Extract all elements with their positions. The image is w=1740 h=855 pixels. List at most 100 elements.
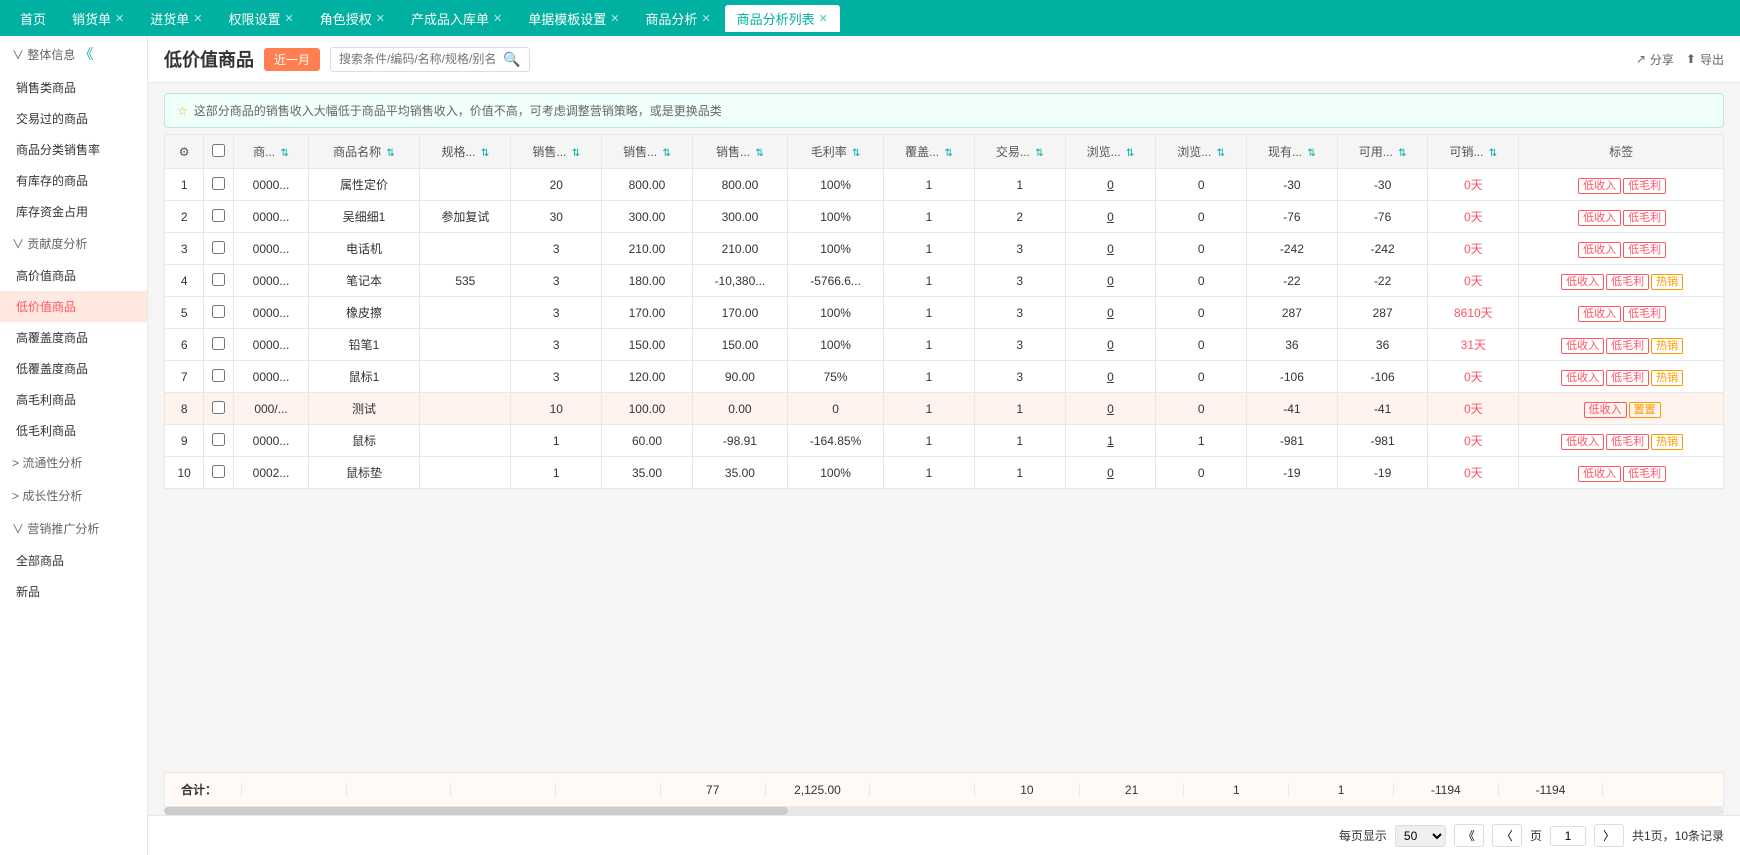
search-icon[interactable]: 🔍: [503, 51, 520, 68]
sidebar-section-growth[interactable]: > 成长性分析: [0, 479, 147, 512]
nav-close-product-in[interactable]: ✕: [493, 12, 502, 25]
pv1-link[interactable]: 1: [1107, 434, 1114, 448]
col-stock[interactable]: 现有... ⇅: [1247, 135, 1338, 169]
share-button[interactable]: ↗ 分享: [1636, 51, 1674, 68]
col-available[interactable]: 可用... ⇅: [1337, 135, 1428, 169]
col-settings[interactable]: ⚙: [165, 135, 204, 169]
col-sellable-days[interactable]: 可销... ⇅: [1428, 135, 1519, 169]
col-sales-qty[interactable]: 销售... ⇅: [511, 135, 602, 169]
nav-item-template[interactable]: 单据模板设置 ✕: [516, 5, 631, 32]
nav-item-analysis[interactable]: 商品分析 ✕: [633, 5, 722, 32]
page-number-input[interactable]: [1550, 826, 1586, 846]
nav-item-analysis-list[interactable]: 商品分析列表 ✕: [725, 5, 840, 32]
cell-checkbox[interactable]: [204, 233, 234, 265]
horizontal-scrollbar[interactable]: [164, 807, 1724, 815]
sidebar-item-traded[interactable]: 交易过的商品: [0, 103, 147, 134]
cell-checkbox[interactable]: [204, 201, 234, 233]
nav-item-auth[interactable]: 权限设置 ✕: [216, 5, 305, 32]
sidebar-item-high-margin[interactable]: 高毛利商品: [0, 384, 147, 415]
cell-pv1[interactable]: 0: [1065, 361, 1156, 393]
pv1-link[interactable]: 0: [1107, 402, 1114, 416]
pv1-link[interactable]: 0: [1107, 338, 1114, 352]
cell-pv1[interactable]: 0: [1065, 265, 1156, 297]
nav-item-role[interactable]: 角色授权 ✕: [308, 5, 397, 32]
cell-pv1[interactable]: 0: [1065, 169, 1156, 201]
pv1-link[interactable]: 0: [1107, 466, 1114, 480]
sidebar-item-stock-value[interactable]: 库存资金占用: [0, 196, 147, 227]
row-checkbox[interactable]: [212, 241, 225, 254]
nav-close-purchase[interactable]: ✕: [193, 12, 202, 25]
sidebar-item-category-sales[interactable]: 商品分类销售率: [0, 134, 147, 165]
sidebar-item-new[interactable]: 新品: [0, 576, 147, 607]
nav-item-purchase[interactable]: 进货单 ✕: [138, 5, 214, 32]
per-page-select[interactable]: 50 100 200: [1395, 825, 1446, 847]
row-checkbox[interactable]: [212, 177, 225, 190]
cell-pv1[interactable]: 1: [1065, 425, 1156, 457]
cell-pv1[interactable]: 0: [1065, 297, 1156, 329]
pv1-link[interactable]: 0: [1107, 274, 1114, 288]
col-pv1[interactable]: 浏览... ⇅: [1065, 135, 1156, 169]
sidebar-item-high-value[interactable]: 高价值商品: [0, 260, 147, 291]
sidebar-item-low-value[interactable]: 低价值商品: [0, 291, 147, 322]
col-code[interactable]: 商... ⇅: [234, 135, 308, 169]
pv1-link[interactable]: 0: [1107, 370, 1114, 384]
row-checkbox[interactable]: [212, 273, 225, 286]
sidebar-item-low-coverage[interactable]: 低覆盖度商品: [0, 353, 147, 384]
select-all-checkbox[interactable]: [212, 144, 225, 157]
nav-item-sales[interactable]: 销货单 ✕: [60, 5, 136, 32]
cell-pv1[interactable]: 0: [1065, 201, 1156, 233]
nav-close-role[interactable]: ✕: [376, 12, 385, 25]
first-page-btn[interactable]: 《: [1454, 824, 1484, 847]
cell-checkbox[interactable]: [204, 169, 234, 201]
sidebar-item-high-coverage[interactable]: 高覆盖度商品: [0, 322, 147, 353]
cell-checkbox[interactable]: [204, 425, 234, 457]
row-checkbox[interactable]: [212, 465, 225, 478]
nav-item-home[interactable]: 首页: [8, 5, 58, 32]
cell-checkbox[interactable]: [204, 297, 234, 329]
col-spec[interactable]: 规格... ⇅: [420, 135, 511, 169]
row-checkbox[interactable]: [212, 369, 225, 382]
table-wrapper[interactable]: ⚙ 商... ⇅ 商品名称 ⇅ 规格... ⇅ 销售... ⇅ 销售... ⇅ …: [164, 134, 1724, 772]
sidebar-item-all-goods[interactable]: 全部商品: [0, 545, 147, 576]
row-checkbox[interactable]: [212, 337, 225, 350]
sidebar-item-low-margin[interactable]: 低毛利商品: [0, 415, 147, 446]
col-checkbox[interactable]: [204, 135, 234, 169]
col-coverage[interactable]: 覆盖... ⇅: [884, 135, 975, 169]
cell-checkbox[interactable]: [204, 393, 234, 425]
row-checkbox[interactable]: [212, 401, 225, 414]
next-page-btn[interactable]: 〉: [1594, 824, 1624, 847]
cell-checkbox[interactable]: [204, 265, 234, 297]
col-margin[interactable]: 毛利率 ⇅: [788, 135, 884, 169]
col-sales-profit[interactable]: 销售... ⇅: [692, 135, 787, 169]
pv1-link[interactable]: 0: [1107, 306, 1114, 320]
sidebar-section-circulation[interactable]: > 流通性分析: [0, 446, 147, 479]
col-sales-income[interactable]: 销售... ⇅: [602, 135, 693, 169]
sidebar-section-contribution[interactable]: ∨ 贡献度分析: [0, 227, 147, 260]
nav-close-sales[interactable]: ✕: [115, 12, 124, 25]
pv1-link[interactable]: 0: [1107, 242, 1114, 256]
row-checkbox[interactable]: [212, 305, 225, 318]
sidebar-section-overall[interactable]: ∨ 整体信息 《: [0, 36, 147, 72]
col-name[interactable]: 商品名称 ⇅: [308, 135, 420, 169]
cell-checkbox[interactable]: [204, 361, 234, 393]
cell-pv1[interactable]: 0: [1065, 457, 1156, 489]
sidebar-section-marketing[interactable]: ∨ 营销推广分析: [0, 512, 147, 545]
export-button[interactable]: ⬆ 导出: [1686, 51, 1724, 68]
nav-close-auth[interactable]: ✕: [285, 12, 294, 25]
search-input[interactable]: [339, 52, 499, 66]
sidebar-collapse-btn[interactable]: 《: [79, 44, 93, 64]
nav-close-analysis[interactable]: ✕: [701, 12, 710, 25]
nav-close-template[interactable]: ✕: [610, 12, 619, 25]
nav-item-product-in[interactable]: 产成品入库单 ✕: [399, 5, 514, 32]
sidebar-item-sales-goods[interactable]: 销售类商品: [0, 72, 147, 103]
cell-pv1[interactable]: 0: [1065, 393, 1156, 425]
pv1-link[interactable]: 0: [1107, 178, 1114, 192]
col-transactions[interactable]: 交易... ⇅: [974, 135, 1065, 169]
cell-pv1[interactable]: 0: [1065, 329, 1156, 361]
filter-button[interactable]: 近一月: [264, 48, 320, 71]
nav-close-analysis-list[interactable]: ✕: [819, 12, 828, 25]
cell-checkbox[interactable]: [204, 457, 234, 489]
sidebar-item-in-stock[interactable]: 有库存的商品: [0, 165, 147, 196]
cell-pv1[interactable]: 0: [1065, 233, 1156, 265]
row-checkbox[interactable]: [212, 209, 225, 222]
